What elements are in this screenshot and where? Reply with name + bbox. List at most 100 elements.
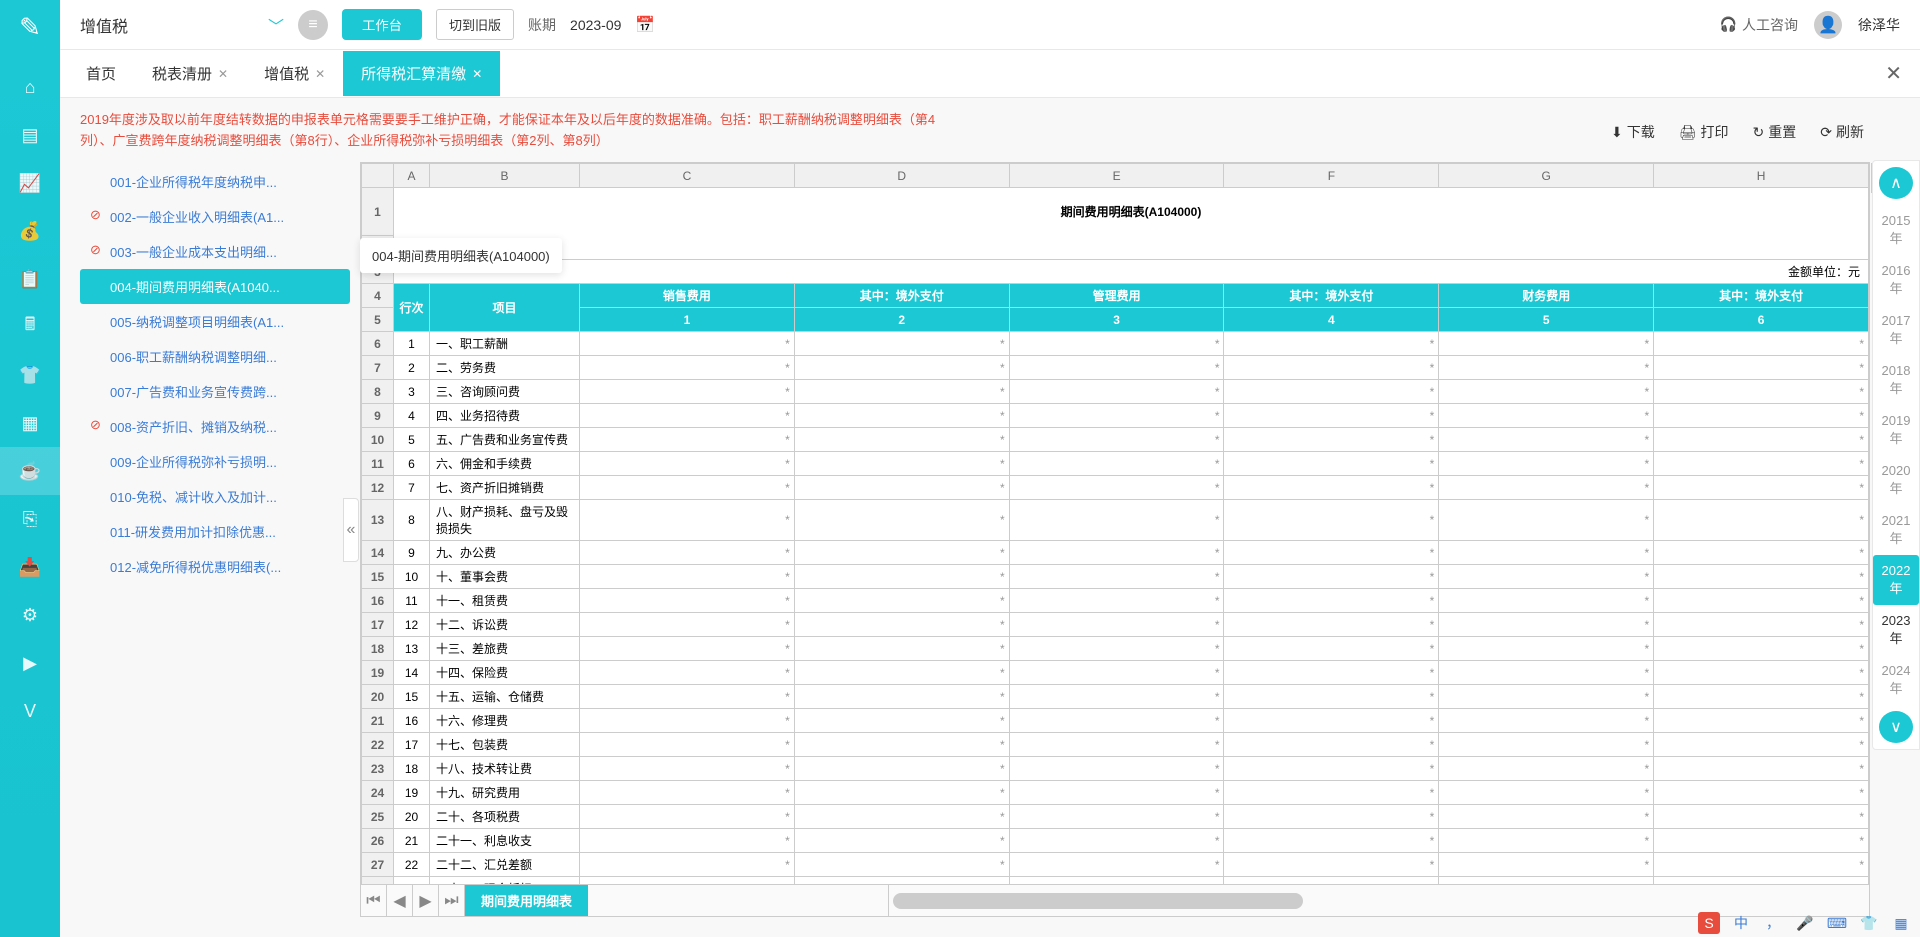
row-header[interactable]: 18 [362,637,394,661]
data-cell[interactable]: * [1009,637,1224,661]
data-cell[interactable]: * [580,476,795,500]
data-cell[interactable]: * [1224,733,1439,757]
data-cell[interactable]: * [1439,877,1654,885]
data-cell[interactable]: * [1439,565,1654,589]
ime-punct-icon[interactable]: ， [1762,912,1784,934]
data-cell[interactable]: * [1224,709,1439,733]
col-header[interactable]: E [1009,164,1224,188]
data-cell[interactable]: * [580,757,795,781]
nav-export-icon[interactable]: ⎘ [0,495,60,543]
support-button[interactable]: 🎧 人工咨询 [1720,15,1798,35]
row-header[interactable]: 27 [362,853,394,877]
form-list-item[interactable]: 007-广告费和业务宣传费跨... [80,374,350,409]
data-cell[interactable]: * [1009,332,1224,356]
data-cell[interactable]: * [1654,829,1869,853]
data-cell[interactable]: * [1224,356,1439,380]
data-cell[interactable]: * [794,404,1009,428]
data-cell[interactable]: * [1009,805,1224,829]
nav-home-icon[interactable]: ⌂ [0,63,60,111]
col-header[interactable]: B [430,164,580,188]
year-item[interactable]: 2021年 [1873,505,1919,555]
data-cell[interactable]: * [1009,709,1224,733]
data-cell[interactable]: * [1009,452,1224,476]
data-cell[interactable]: * [1224,589,1439,613]
data-cell[interactable]: * [1439,613,1654,637]
tab[interactable]: 税表清册✕ [134,51,246,96]
data-cell[interactable]: * [1009,877,1224,885]
year-item[interactable]: 2023年 [1873,605,1919,655]
print-button[interactable]: 🖨打印 [1679,122,1729,142]
row-header[interactable]: 9 [362,404,394,428]
data-cell[interactable]: * [1439,404,1654,428]
data-cell[interactable]: * [580,661,795,685]
row-header[interactable]: 7 [362,356,394,380]
form-list-item[interactable]: 012-减免所得税优惠明细表(... [80,549,350,584]
data-cell[interactable]: * [580,637,795,661]
data-cell[interactable]: * [580,356,795,380]
form-list-item[interactable]: 009-企业所得税弥补亏损明... [80,444,350,479]
data-cell[interactable]: * [1654,476,1869,500]
refresh-button[interactable]: ⟳刷新 [1820,122,1864,142]
data-cell[interactable]: * [580,853,795,877]
data-cell[interactable]: * [1439,829,1654,853]
data-cell[interactable]: * [794,565,1009,589]
data-cell[interactable]: * [1439,781,1654,805]
row-header[interactable]: 26 [362,829,394,853]
data-cell[interactable]: * [1654,589,1869,613]
data-cell[interactable]: * [794,637,1009,661]
tab-bar-close-icon[interactable]: ✕ [1885,61,1902,86]
row-header[interactable]: 22 [362,733,394,757]
data-cell[interactable]: * [794,476,1009,500]
year-item[interactable]: 2020年 [1873,455,1919,505]
data-cell[interactable]: * [580,877,795,885]
row-header[interactable]: 16 [362,589,394,613]
data-cell[interactable]: * [794,733,1009,757]
data-cell[interactable]: * [1654,541,1869,565]
data-cell[interactable]: * [1439,356,1654,380]
data-cell[interactable]: * [1439,757,1654,781]
col-header[interactable]: D [794,164,1009,188]
row-header[interactable]: 10 [362,428,394,452]
col-header[interactable]: F [1224,164,1439,188]
data-cell[interactable]: * [1439,332,1654,356]
data-cell[interactable]: * [794,613,1009,637]
data-cell[interactable]: * [580,428,795,452]
year-item[interactable]: 2022年 [1873,555,1919,605]
reset-button[interactable]: ↻重置 [1753,122,1797,142]
form-list-item[interactable]: 006-职工薪酬纳税调整明细... [80,339,350,374]
data-cell[interactable]: * [794,661,1009,685]
data-cell[interactable]: * [794,380,1009,404]
data-cell[interactable]: * [580,613,795,637]
nav-active-icon[interactable]: ☕ [0,447,60,495]
year-up-icon[interactable]: ∧ [1879,167,1913,199]
data-cell[interactable]: * [1439,589,1654,613]
data-cell[interactable]: * [580,733,795,757]
form-list-item[interactable]: 001-企业所得税年度纳税申... [80,164,350,199]
download-button[interactable]: ⬇下载 [1611,122,1655,142]
col-header[interactable]: G [1439,164,1654,188]
data-cell[interactable]: * [1009,428,1224,452]
data-cell[interactable]: * [1654,428,1869,452]
nav-clipboard-icon[interactable]: 📋 [0,255,60,303]
sheet-last-icon[interactable]: ⏭ [439,885,465,916]
tab[interactable]: 首页 [68,51,134,96]
data-cell[interactable]: * [794,685,1009,709]
data-cell[interactable]: * [1009,356,1224,380]
data-cell[interactable]: * [1009,661,1224,685]
data-cell[interactable]: * [580,404,795,428]
workbench-button[interactable]: 工作台 [342,9,422,40]
data-cell[interactable]: * [1654,853,1869,877]
row-header[interactable]: 13 [362,500,394,541]
data-cell[interactable]: * [1439,428,1654,452]
data-cell[interactable]: * [580,452,795,476]
data-cell[interactable]: * [1009,500,1224,541]
data-cell[interactable]: * [1654,877,1869,885]
data-cell[interactable]: * [1224,661,1439,685]
data-cell[interactable]: * [1224,380,1439,404]
data-cell[interactable]: * [1439,380,1654,404]
data-cell[interactable]: * [1654,661,1869,685]
year-item[interactable]: 2019年 [1873,405,1919,455]
data-cell[interactable]: * [1654,452,1869,476]
data-cell[interactable]: * [1009,404,1224,428]
form-list-item[interactable]: ⊘003-一般企业成本支出明细... [80,234,350,269]
